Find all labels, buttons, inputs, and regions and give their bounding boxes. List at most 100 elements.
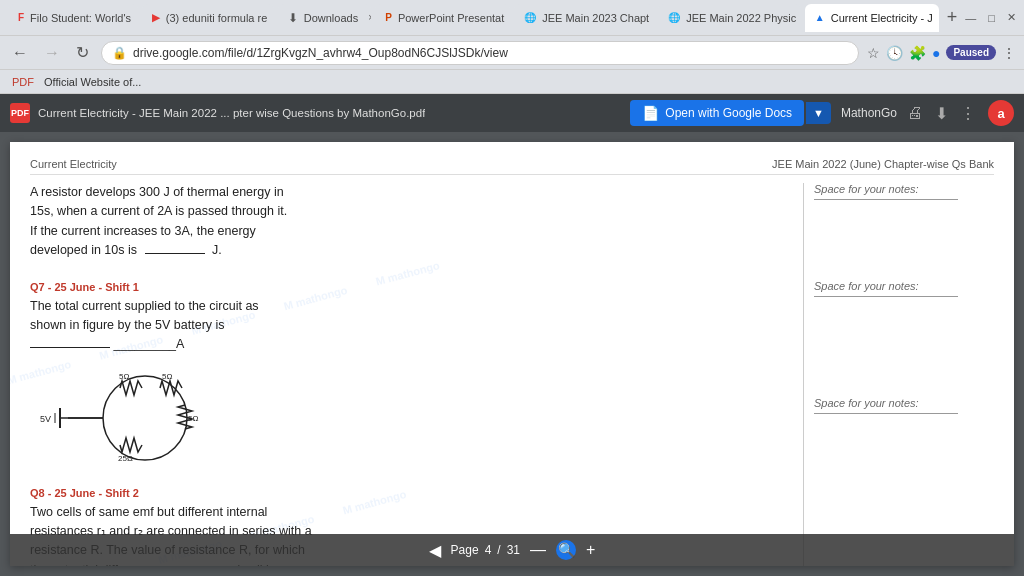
notes-divider-1 xyxy=(814,199,958,200)
lock-icon: 🔒 xyxy=(112,46,127,60)
notes-divider-2 xyxy=(814,296,958,297)
q7-text1: The total current supplied to the circui… xyxy=(30,297,791,316)
paused-badge: Paused xyxy=(946,45,996,60)
pdf-columns: A resistor develops 300 J of thermal ene… xyxy=(30,183,994,566)
page-current: 4 xyxy=(485,543,492,557)
page-prev-button[interactable]: ◀ xyxy=(429,541,441,560)
tab-jee2023[interactable]: 🌐 JEE Main 2023 Chapt × xyxy=(514,4,654,32)
pdf-download-icon[interactable]: ⬇ xyxy=(935,104,948,123)
q8-text1: Two cells of same emf but different inte… xyxy=(30,503,791,522)
tab-jee2022[interactable]: 🌐 JEE Main 2022 Physic × xyxy=(658,4,801,32)
extensions-icon[interactable]: 🧩 xyxy=(909,45,926,61)
address-text: drive.google.com/file/d/1ZrgKvgzN_avhrw4… xyxy=(133,46,508,60)
open-google-docs-label: Open with Google Docs xyxy=(665,106,792,120)
q6-blank xyxy=(145,253,205,254)
notes-label-3: Space for your notes: xyxy=(814,397,919,409)
bookmark-official[interactable]: Official Website of... xyxy=(44,76,141,88)
pdf-header-left: Current Electricity xyxy=(30,158,117,170)
q8-label: Q8 - 25 June - Shift 2 xyxy=(30,487,791,499)
pdf-more-icon[interactable]: ⋮ xyxy=(960,104,976,123)
profile-icon[interactable]: ● xyxy=(932,45,940,61)
open-google-docs-button[interactable]: 📄 Open with Google Docs xyxy=(630,100,804,126)
close-icon[interactable]: ✕ xyxy=(1007,11,1016,24)
page-slash: / xyxy=(497,543,500,557)
tab-eduniti[interactable]: ▶ (3) eduniti formula re × xyxy=(142,4,274,32)
page-navigation-bar: ◀ Page 4 / 31 — 🔍 + xyxy=(10,534,1014,566)
svg-text:5Ω: 5Ω xyxy=(188,414,198,423)
search-button[interactable]: 🔍 xyxy=(556,540,576,560)
notes-label-2: Space for your notes: xyxy=(814,280,919,292)
q7-text3: _________A xyxy=(30,335,791,354)
tab-eduniti-icon: ▶ xyxy=(152,12,160,23)
page-label: Page xyxy=(451,543,479,557)
questions-column: A resistor develops 300 J of thermal ene… xyxy=(30,183,804,566)
maximize-icon[interactable]: □ xyxy=(988,12,995,24)
pdf-header-right: JEE Main 2022 (June) Chapter-wise Qs Ban… xyxy=(772,158,994,170)
mathongo-brand: MathonGo xyxy=(841,106,897,120)
tab-downloads-icon: ⬇ xyxy=(288,11,298,25)
zoom-in-button[interactable]: + xyxy=(586,541,595,559)
pdf-title-section: PDF Current Electricity - JEE Main 2022 … xyxy=(10,103,620,123)
q7-blank xyxy=(30,347,110,348)
tab-current-label: Current Electricity - J xyxy=(831,12,933,24)
tab-downloads[interactable]: ⬇ Downloads × xyxy=(278,4,372,32)
tab-ppt-label: PowerPoint Presentat xyxy=(398,12,504,24)
question-6-block: A resistor develops 300 J of thermal ene… xyxy=(30,183,791,261)
notes-section-2: Space for your notes: xyxy=(814,280,994,297)
bookmark-pdf-icon: PDF xyxy=(12,76,34,88)
new-tab-button[interactable]: + xyxy=(943,7,962,28)
history-icon[interactable]: 🕓 xyxy=(886,45,903,61)
pdf-header: Current Electricity JEE Main 2022 (June)… xyxy=(30,158,994,175)
notes-column: Space for your notes: Space for your not… xyxy=(804,183,994,566)
notes-section-3: Space for your notes: xyxy=(814,397,994,414)
tab-filo-label: Filo Student: World's xyxy=(30,12,131,24)
tab-jee2022-icon: 🌐 xyxy=(668,12,680,23)
tab-eduniti-label: (3) eduniti formula re xyxy=(166,12,268,24)
q6-text4: developed in 10s is J. xyxy=(30,241,791,260)
docs-icon: 📄 xyxy=(642,105,659,121)
tab-jee2023-label: JEE Main 2023 Chapt xyxy=(542,12,649,24)
q6-text3: If the current increases to 3A, the ener… xyxy=(30,222,791,241)
tab-downloads-label: Downloads xyxy=(304,12,358,24)
tab-ppt[interactable]: P PowerPoint Presentat × xyxy=(375,4,510,32)
back-button[interactable]: ← xyxy=(8,42,32,64)
user-profile-button[interactable]: a xyxy=(988,100,1014,126)
notes-divider-3 xyxy=(814,413,958,414)
q6-text1: A resistor develops 300 J of thermal ene… xyxy=(30,183,791,202)
pdf-file-icon: PDF xyxy=(10,103,30,123)
notes-label-1: Space for your notes: xyxy=(814,183,919,195)
pdf-content: Current Electricity JEE Main 2022 (June)… xyxy=(10,142,1014,566)
zoom-out-button[interactable]: — xyxy=(530,541,546,559)
open-docs-dropdown-arrow[interactable]: ▼ xyxy=(806,102,831,124)
svg-point-0 xyxy=(103,376,187,460)
question-7-block: Q7 - 25 June - Shift 1 The total current… xyxy=(30,281,791,473)
address-bar-row: ← → ↻ 🔒 drive.google.com/file/d/1ZrgKvgz… xyxy=(0,36,1024,70)
svg-text:5V: 5V xyxy=(40,414,51,424)
q7-text2: shown in figure by the 5V battery is xyxy=(30,316,791,335)
pdf-title: Current Electricity - JEE Main 2022 ... … xyxy=(38,107,425,119)
tab-downloads-close[interactable]: × xyxy=(368,12,371,23)
svg-text:5Ω: 5Ω xyxy=(162,372,172,381)
window-controls: — □ ✕ xyxy=(965,11,1016,24)
bookmark-icon[interactable]: ☆ xyxy=(867,45,880,61)
pdf-print-icon[interactable]: 🖨 xyxy=(907,104,923,122)
tab-filo[interactable]: F Filo Student: World's × xyxy=(8,4,138,32)
circuit-diagram-area: 5V 5Ω 5Ω 5Ω xyxy=(30,363,791,473)
page-info: Page 4 / 31 xyxy=(451,543,520,557)
bookmarks-bar: PDF Official Website of... xyxy=(0,70,1024,94)
svg-text:25Ω: 25Ω xyxy=(118,454,133,463)
menu-icon[interactable]: ⋮ xyxy=(1002,45,1016,61)
address-bar[interactable]: 🔒 drive.google.com/file/d/1ZrgKvgzN_avhr… xyxy=(101,41,859,65)
forward-button[interactable]: → xyxy=(40,42,64,64)
tab-ppt-icon: P xyxy=(385,12,392,23)
q7-label: Q7 - 25 June - Shift 1 xyxy=(30,281,791,293)
tab-drive-icon: ▲ xyxy=(815,12,825,23)
browser-tabs-bar: F Filo Student: World's × ▶ (3) eduniti … xyxy=(0,0,1024,36)
tab-jee2023-icon: 🌐 xyxy=(524,12,536,23)
minimize-icon[interactable]: — xyxy=(965,12,976,24)
tab-filo-icon: F xyxy=(18,12,24,23)
reload-button[interactable]: ↻ xyxy=(72,41,93,64)
pdf-page: M mathongo M mathongo M mathongo M matho… xyxy=(10,142,1014,566)
q6-text2: 15s, when a current of 2A is passed thro… xyxy=(30,202,791,221)
tab-current-electricity[interactable]: ▲ Current Electricity - J × xyxy=(805,4,939,32)
